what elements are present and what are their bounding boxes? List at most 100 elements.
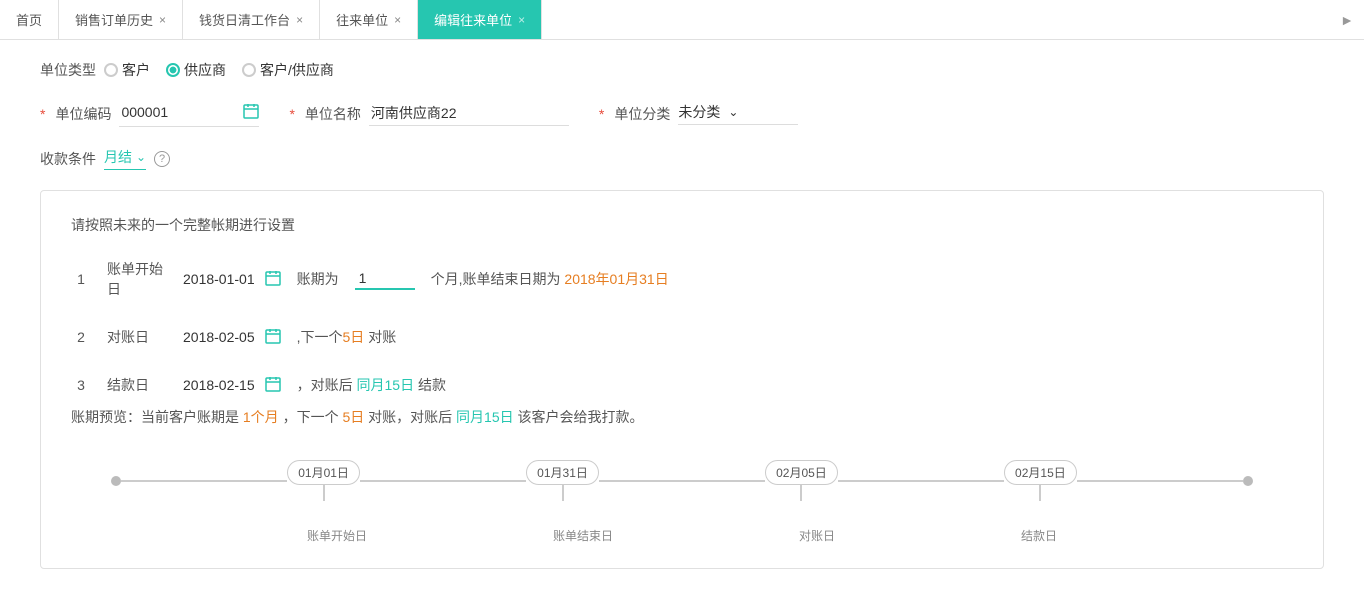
period-date-1: 2018-01-01 xyxy=(183,270,281,289)
timeline-left-dot xyxy=(111,476,121,486)
unit-name-input[interactable] xyxy=(369,101,569,126)
payment-field: 收款条件 月结 ⌄ ? xyxy=(40,147,170,170)
period-row-3: 3 结款日 2018-02-15 ，对账后 同月15日 结款 xyxy=(71,375,1293,395)
preview-end: 该客户会给我打款。 xyxy=(518,409,644,425)
timeline-label-4-text: 结款日 xyxy=(1021,527,1057,544)
date-val-1: 2018-01-01 xyxy=(183,271,255,287)
radio-customer[interactable]: 客户 xyxy=(104,60,150,80)
unit-class-label: 单位分类 xyxy=(614,104,670,124)
payment-select[interactable]: 月结 ⌄ xyxy=(104,147,146,170)
unit-code-field: * 单位编码 xyxy=(40,100,259,127)
tab-sales-history[interactable]: 销售订单历史 × xyxy=(59,0,183,39)
timeline-seg-5 xyxy=(1077,480,1243,482)
preview-part1: 1个月 xyxy=(243,409,279,425)
row3-suffix: ，对账后 同月15日 结款 xyxy=(297,375,446,395)
row1-suffix-before: 账期为 xyxy=(297,269,339,289)
unit-type-label: 单位类型 xyxy=(40,60,96,80)
calendar-icon-row3[interactable] xyxy=(265,376,281,395)
card-title: 请按照未来的一个完整帐期进行设置 xyxy=(71,215,1293,235)
timeline-vert-4 xyxy=(1039,485,1041,501)
tab-partner-label: 往来单位 xyxy=(336,10,388,29)
timeline: 01月01日 01月31日 02月05日 xyxy=(71,460,1293,544)
radio-circle-supplier xyxy=(166,63,180,77)
timeline-seg-3 xyxy=(599,480,765,482)
tab-cash-work[interactable]: 钱货日清工作台 × xyxy=(183,0,320,39)
timeline-vert-1 xyxy=(323,485,325,501)
form-row-unit-type: 单位类型 客户 供应商 客户/供应商 xyxy=(40,60,1324,80)
tab-edit-partner[interactable]: 编辑往来单位 × xyxy=(418,0,542,39)
timeline-right-dot xyxy=(1243,476,1253,486)
row1-suffix-after: 个月,账单结束日期为 2018年01月31日 xyxy=(431,269,669,289)
period-type-label-3: 结款日 xyxy=(107,375,167,395)
timeline-label-3: 对账日 xyxy=(799,501,835,544)
form-row-unit-info: * 单位编码 * 单位名称 * 单位分类 未分类 ⌄ xyxy=(40,100,1324,127)
timeline-node-2: 01月31日 xyxy=(526,460,599,501)
timeline-label-1: 账单开始日 xyxy=(307,501,367,544)
radio-circle-customer xyxy=(104,63,118,77)
month-input[interactable] xyxy=(355,268,415,290)
timeline-label-4: 结款日 xyxy=(1021,501,1057,544)
unit-class-dropdown[interactable]: 未分类 ⌄ xyxy=(678,102,798,125)
row3-highlight: 同月15日 xyxy=(357,377,415,393)
calendar-icon-row1[interactable] xyxy=(265,270,281,289)
required-star-code: * xyxy=(40,106,45,122)
tab-partner[interactable]: 往来单位 × xyxy=(320,0,418,39)
timeline-seg-1 xyxy=(121,480,287,482)
radio-supplier[interactable]: 供应商 xyxy=(166,60,226,80)
unit-code-input-wrapper xyxy=(119,100,259,127)
period-date-3: 2018-02-15 xyxy=(183,376,281,395)
preview-sep2: 对账，对账后 xyxy=(368,409,452,425)
radio-both[interactable]: 客户/供应商 xyxy=(242,60,334,80)
period-type-label-1: 账单开始日 xyxy=(107,259,167,299)
tab-cash-work-label: 钱货日清工作台 xyxy=(199,10,290,29)
date-val-2: 2018-02-05 xyxy=(183,329,255,345)
radio-circle-both xyxy=(242,63,256,77)
radio-customer-label: 客户 xyxy=(122,60,150,80)
preview-section: 账期预览：当前客户账期是 1个月 ，下一个 5日 对账，对账后 同月15日 该客… xyxy=(71,405,1293,430)
close-icon[interactable]: × xyxy=(394,13,401,27)
timeline-node-3: 02月05日 xyxy=(765,460,838,501)
preview-label: 账期预览：当前客户账期是 xyxy=(71,409,239,425)
close-icon[interactable]: × xyxy=(518,13,525,27)
preview-part3: 同月15日 xyxy=(456,409,514,425)
preview-sep1: ，下一个 xyxy=(283,409,339,425)
timeline-vert-2 xyxy=(562,485,564,501)
row2-highlight: 5日 xyxy=(343,329,365,345)
calendar-icon-row2[interactable] xyxy=(265,328,281,347)
tab-edit-partner-label: 编辑往来单位 xyxy=(434,10,512,29)
timeline-label-3-text: 对账日 xyxy=(799,527,835,544)
timeline-vert-3 xyxy=(800,485,802,501)
timeline-node-4-pill: 02月15日 xyxy=(1004,460,1077,485)
period-row-2: 2 对账日 2018-02-05 ,下一个5日 对账 xyxy=(71,327,1293,347)
timeline-label-2: 账单结束日 xyxy=(553,501,613,544)
preview-part2: 5日 xyxy=(342,409,364,425)
tabs-bar: 首页 销售订单历史 × 钱货日清工作台 × 往来单位 × 编辑往来单位 × ► xyxy=(0,0,1364,40)
unit-class-field: * 单位分类 未分类 ⌄ xyxy=(599,102,798,125)
unit-code-input[interactable] xyxy=(119,100,239,124)
period-type-label-2: 对账日 xyxy=(107,327,167,347)
help-icon[interactable]: ? xyxy=(154,151,170,167)
radio-both-label: 客户/供应商 xyxy=(260,60,334,80)
close-icon[interactable]: × xyxy=(296,13,303,27)
tab-home-label: 首页 xyxy=(16,10,42,29)
timeline-node-3-pill: 02月05日 xyxy=(765,460,838,485)
tab-expand-button[interactable]: ► xyxy=(1330,0,1364,39)
timeline-node-2-pill: 01月31日 xyxy=(526,460,599,485)
timeline-node-4: 02月15日 xyxy=(1004,460,1077,501)
payment-value: 月结 xyxy=(104,147,132,167)
form-row-payment: 收款条件 月结 ⌄ ? xyxy=(40,147,1324,170)
card-panel: 请按照未来的一个完整帐期进行设置 1 账单开始日 2018-01-01 账期为 … xyxy=(40,190,1324,569)
timeline-label-1-text: 账单开始日 xyxy=(307,527,367,544)
period-num-1: 1 xyxy=(71,271,91,287)
unit-type-field: 单位类型 客户 供应商 客户/供应商 xyxy=(40,60,334,80)
radio-group-type: 客户 供应商 客户/供应商 xyxy=(104,60,334,80)
row2-suffix: ,下一个5日 对账 xyxy=(297,327,397,347)
tab-home[interactable]: 首页 xyxy=(0,0,59,39)
date-val-3: 2018-02-15 xyxy=(183,377,255,393)
close-icon[interactable]: × xyxy=(159,13,166,27)
calendar-icon-code[interactable] xyxy=(243,103,259,122)
timeline-node-1: 01月01日 xyxy=(287,460,360,501)
unit-code-label: 单位编码 xyxy=(55,104,111,124)
unit-class-value: 未分类 xyxy=(678,102,720,122)
timeline-seg-2 xyxy=(360,480,526,482)
